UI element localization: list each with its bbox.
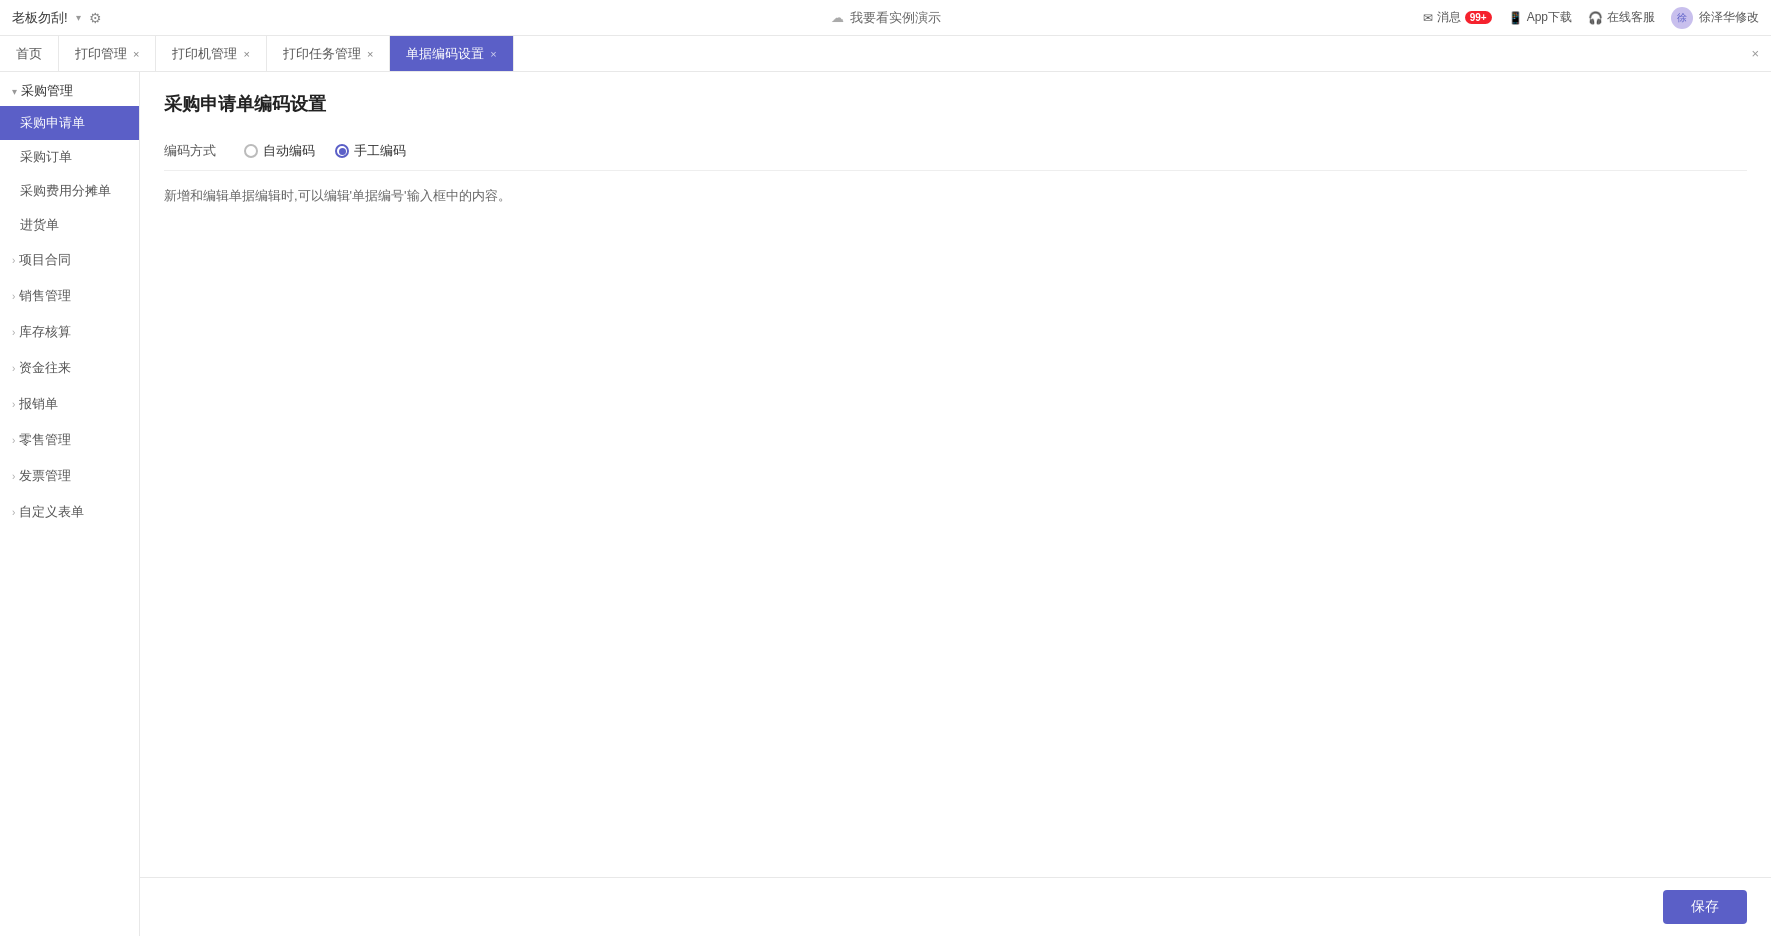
sidebar: ▾ 采购管理 采购申请单 采购订单 采购费用分摊单 进货单 › 项目合同 › 销… bbox=[0, 72, 140, 936]
radio-group: 自动编码 手工编码 bbox=[244, 142, 406, 160]
avatar-initials: 徐 bbox=[1677, 11, 1687, 25]
message-label: 消息 bbox=[1437, 9, 1461, 26]
service-label: 在线客服 bbox=[1607, 9, 1655, 26]
close-icon[interactable]: × bbox=[490, 48, 496, 60]
page-title: 采购申请单编码设置 bbox=[164, 92, 1747, 116]
tab-print-task-label: 打印任务管理 bbox=[283, 45, 361, 63]
tab-home-label: 首页 bbox=[16, 45, 42, 63]
main-layout: ▾ 采购管理 采购申请单 采购订单 采购费用分摊单 进货单 › 项目合同 › 销… bbox=[0, 72, 1771, 936]
sidebar-group-purchase[interactable]: ▾ 采购管理 bbox=[0, 72, 139, 106]
radio-auto-coding[interactable]: 自动编码 bbox=[244, 142, 315, 160]
sidebar-item-purchase-request[interactable]: 采购申请单 bbox=[0, 106, 139, 140]
brand-area: 老板勿刮! ▾ ⚙ bbox=[12, 9, 102, 27]
close-icon[interactable]: × bbox=[133, 48, 139, 60]
global-close-button[interactable]: × bbox=[1739, 36, 1771, 71]
search-area: ☁ 我要看实例演示 bbox=[831, 9, 941, 27]
sidebar-group-retail-mgmt[interactable]: › 零售管理 bbox=[0, 422, 139, 458]
coding-method-row: 编码方式 自动编码 手工编码 bbox=[164, 132, 1747, 171]
message-icon: ✉ bbox=[1423, 11, 1433, 25]
content-body: 新增和编辑单据编辑时,可以编辑'单据编号'输入框中的内容。 bbox=[140, 171, 1771, 877]
message-badge: 99+ bbox=[1465, 11, 1492, 24]
sidebar-group-custom-forms-label: 自定义表单 bbox=[19, 503, 84, 521]
radio-auto-label: 自动编码 bbox=[263, 142, 315, 160]
chevron-down-icon[interactable]: ▾ bbox=[76, 12, 81, 23]
top-bar: 老板勿刮! ▾ ⚙ ☁ 我要看实例演示 ✉ 消息 99+ 📱 App下载 🎧 在… bbox=[0, 0, 1771, 36]
service-button[interactable]: 🎧 在线客服 bbox=[1588, 9, 1655, 26]
brand-label: 老板勿刮! bbox=[12, 9, 68, 27]
sidebar-group-project-contract[interactable]: › 项目合同 bbox=[0, 242, 139, 278]
sidebar-group-funds[interactable]: › 资金往来 bbox=[0, 350, 139, 386]
sidebar-item-purchase-order[interactable]: 采购订单 bbox=[0, 140, 139, 174]
service-icon: 🎧 bbox=[1588, 11, 1603, 25]
sidebar-item-purchase-expense[interactable]: 采购费用分摊单 bbox=[0, 174, 139, 208]
sidebar-group-sales-mgmt[interactable]: › 销售管理 bbox=[0, 278, 139, 314]
tab-print-mgmt[interactable]: 打印管理 × bbox=[59, 36, 156, 71]
avatar: 徐 bbox=[1671, 7, 1693, 29]
chevron-right-icon: › bbox=[12, 363, 15, 374]
sidebar-item-stock-in[interactable]: 进货单 bbox=[0, 208, 139, 242]
collapse-icon: ▾ bbox=[12, 86, 17, 97]
radio-manual-label: 手工编码 bbox=[354, 142, 406, 160]
sidebar-item-stock-in-label: 进货单 bbox=[20, 217, 59, 232]
chevron-right-icon: › bbox=[12, 399, 15, 410]
save-button[interactable]: 保存 bbox=[1663, 890, 1747, 924]
app-download-label: App下载 bbox=[1527, 9, 1572, 26]
tab-printer-mgmt[interactable]: 打印机管理 × bbox=[156, 36, 266, 71]
chevron-right-icon: › bbox=[12, 291, 15, 302]
radio-manual-coding[interactable]: 手工编码 bbox=[335, 142, 406, 160]
sidebar-group-purchase-label: 采购管理 bbox=[21, 82, 73, 100]
sidebar-group-inventory[interactable]: › 库存核算 bbox=[0, 314, 139, 350]
sidebar-group-project-contract-label: 项目合同 bbox=[19, 251, 71, 269]
chevron-right-icon: › bbox=[12, 435, 15, 446]
sidebar-item-purchase-expense-label: 采购费用分摊单 bbox=[20, 183, 111, 198]
chevron-right-icon: › bbox=[12, 255, 15, 266]
content-footer: 保存 bbox=[140, 877, 1771, 936]
chevron-right-icon: › bbox=[12, 507, 15, 518]
radio-manual-circle[interactable] bbox=[335, 144, 349, 158]
app-icon: 📱 bbox=[1508, 11, 1523, 25]
tab-print-task[interactable]: 打印任务管理 × bbox=[267, 36, 390, 71]
tab-home[interactable]: 首页 bbox=[0, 36, 59, 71]
sidebar-group-retail-mgmt-label: 零售管理 bbox=[19, 431, 71, 449]
sidebar-group-invoice-mgmt-label: 发票管理 bbox=[19, 467, 71, 485]
sidebar-item-purchase-request-label: 采购申请单 bbox=[20, 115, 85, 130]
content-header: 采购申请单编码设置 编码方式 自动编码 手工编码 bbox=[140, 72, 1771, 171]
sidebar-group-inventory-label: 库存核算 bbox=[19, 323, 71, 341]
sidebar-group-sales-mgmt-label: 销售管理 bbox=[19, 287, 71, 305]
sidebar-group-returns-label: 报销单 bbox=[19, 395, 58, 413]
top-bar-right: ✉ 消息 99+ 📱 App下载 🎧 在线客服 徐 徐泽华修改 bbox=[1423, 7, 1759, 29]
sidebar-group-funds-label: 资金往来 bbox=[19, 359, 71, 377]
settings-icon[interactable]: ⚙ bbox=[89, 10, 102, 26]
tab-printer-mgmt-label: 打印机管理 bbox=[172, 45, 237, 63]
description-text: 新增和编辑单据编辑时,可以编辑'单据编号'输入框中的内容。 bbox=[164, 188, 511, 203]
tab-bar: 首页 打印管理 × 打印机管理 × 打印任务管理 × 单据编码设置 × × bbox=[0, 36, 1771, 72]
radio-auto-circle[interactable] bbox=[244, 144, 258, 158]
chevron-right-icon: › bbox=[12, 471, 15, 482]
sidebar-group-invoice-mgmt[interactable]: › 发票管理 bbox=[0, 458, 139, 494]
close-icon[interactable]: × bbox=[367, 48, 373, 60]
sidebar-item-purchase-order-label: 采购订单 bbox=[20, 149, 72, 164]
tab-print-mgmt-label: 打印管理 bbox=[75, 45, 127, 63]
global-close-icon: × bbox=[1751, 46, 1759, 61]
content-area: 采购申请单编码设置 编码方式 自动编码 手工编码 新增和编辑单据编辑时,可以编辑… bbox=[140, 72, 1771, 936]
coding-method-label: 编码方式 bbox=[164, 142, 220, 160]
close-icon[interactable]: × bbox=[243, 48, 249, 60]
chevron-right-icon: › bbox=[12, 327, 15, 338]
cloud-icon: ☁ bbox=[831, 10, 844, 25]
app-download-button[interactable]: 📱 App下载 bbox=[1508, 9, 1572, 26]
message-button[interactable]: ✉ 消息 99+ bbox=[1423, 9, 1492, 26]
search-label[interactable]: 我要看实例演示 bbox=[850, 9, 941, 27]
user-area[interactable]: 徐 徐泽华修改 bbox=[1671, 7, 1759, 29]
sidebar-group-returns[interactable]: › 报销单 bbox=[0, 386, 139, 422]
tab-order-code[interactable]: 单据编码设置 × bbox=[390, 36, 513, 71]
tab-order-code-label: 单据编码设置 bbox=[406, 45, 484, 63]
sidebar-group-custom-forms[interactable]: › 自定义表单 bbox=[0, 494, 139, 530]
user-name: 徐泽华修改 bbox=[1699, 9, 1759, 26]
